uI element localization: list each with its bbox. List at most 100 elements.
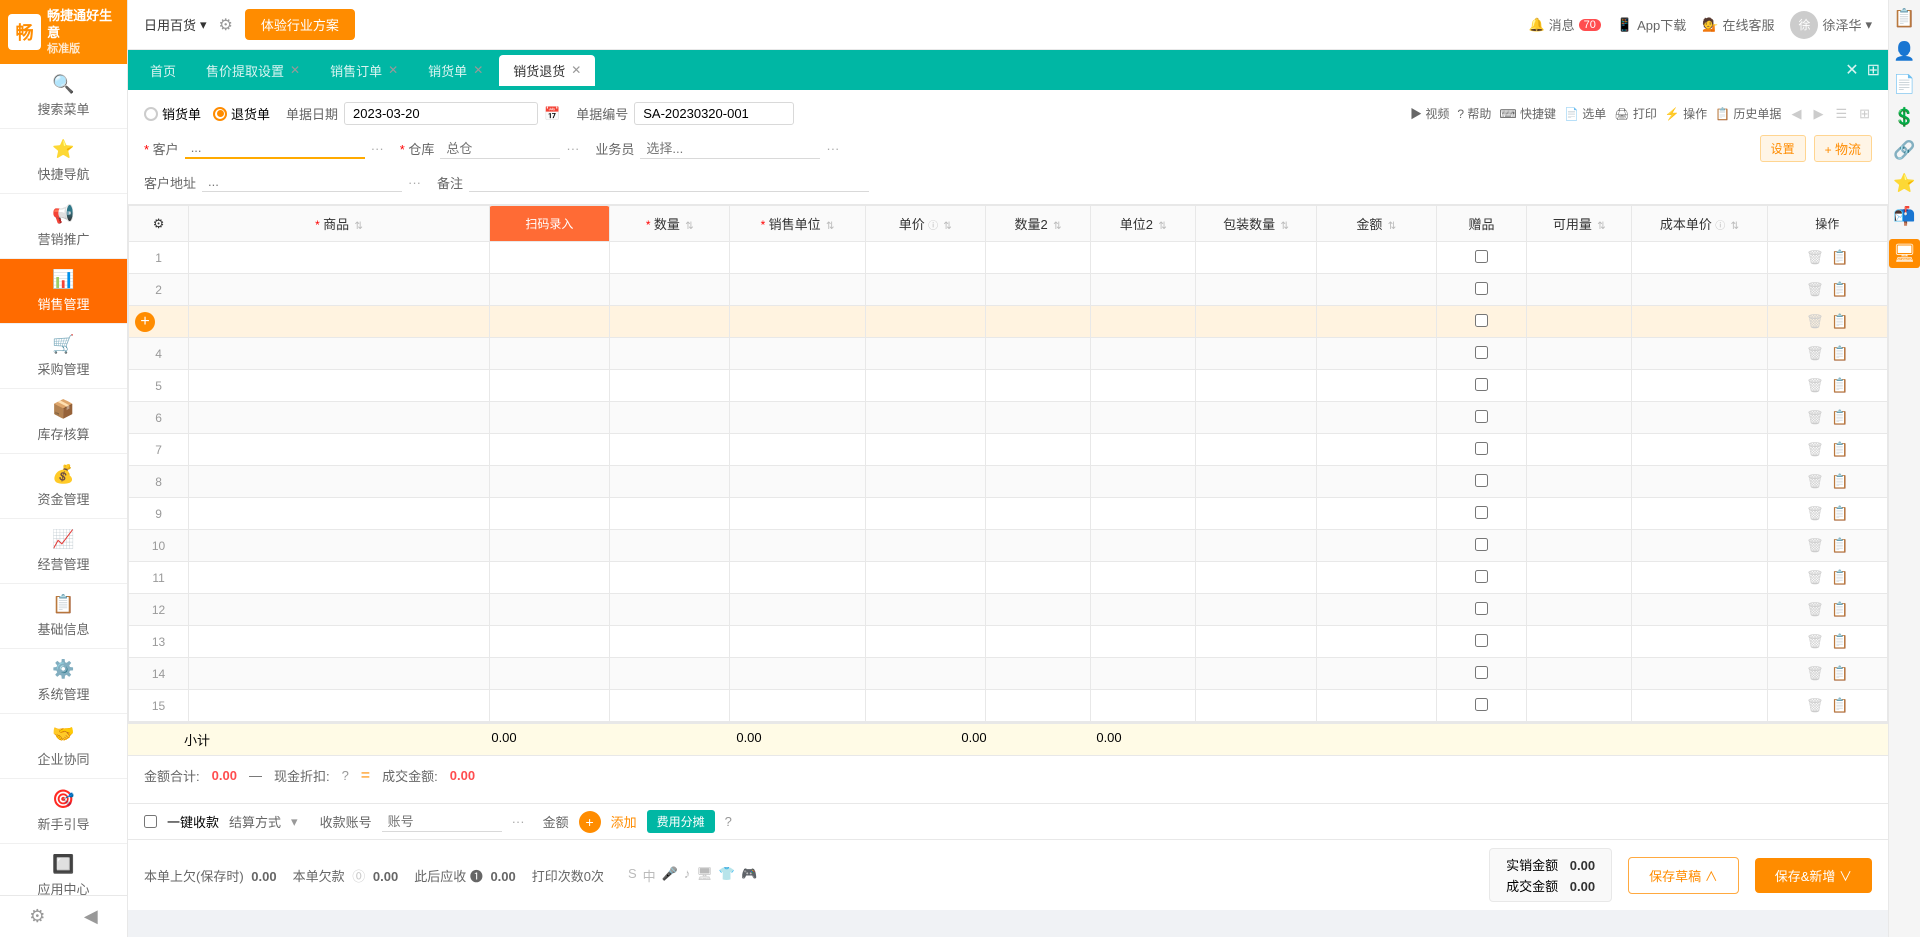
sidebar-item-guide[interactable]: 🎯 新手引导: [0, 779, 127, 844]
address-input[interactable]: [202, 172, 402, 192]
copy-row-btn[interactable]: 📋: [1831, 281, 1848, 297]
account-dots[interactable]: ···: [512, 814, 525, 829]
delete-row-btn[interactable]: 🗑: [1806, 633, 1824, 649]
help-btn[interactable]: ? 帮助: [1457, 105, 1491, 122]
warehouse-more-btn[interactable]: ···: [566, 141, 579, 156]
tab-price-settings[interactable]: 售价提取设置 ✕: [192, 55, 314, 86]
copy-row-btn[interactable]: 📋: [1831, 697, 1848, 713]
gift-checkbox-11[interactable]: [1475, 570, 1488, 583]
sidebar-item-system[interactable]: ⚙️ 系统管理: [0, 649, 127, 714]
online-service-btn[interactable]: 💁 在线客服: [1702, 15, 1774, 34]
calendar-icon[interactable]: 📅: [544, 106, 560, 122]
nav-prev-icon[interactable]: ◀: [1791, 106, 1801, 122]
history-btn[interactable]: 📋 历史单据: [1715, 105, 1781, 122]
copy-row-btn[interactable]: 📋: [1831, 601, 1848, 617]
delete-row-btn[interactable]: 🗑: [1806, 313, 1824, 329]
copy-row-btn[interactable]: 📋: [1831, 665, 1848, 681]
copy-row-btn[interactable]: 📋: [1831, 473, 1848, 489]
sidebar-item-base[interactable]: 📋 基础信息: [0, 584, 127, 649]
account-input[interactable]: [382, 812, 502, 832]
sidebar-item-search[interactable]: 🔍 搜索菜单: [0, 64, 127, 129]
gift-checkbox-13[interactable]: [1475, 634, 1488, 647]
remark-input[interactable]: [469, 172, 869, 192]
price-info-icon[interactable]: ⓘ: [928, 221, 938, 232]
app-download-btn[interactable]: 📱 App下载: [1617, 15, 1686, 34]
sidebar-item-apps[interactable]: 🔲 应用中心: [0, 844, 127, 895]
delete-row-btn[interactable]: 🗑: [1806, 537, 1824, 553]
product-sort-icon[interactable]: ⇅: [354, 221, 362, 232]
add-payment-btn[interactable]: +: [579, 811, 601, 833]
pack-sort-icon[interactable]: ⇅: [1280, 221, 1288, 232]
settlement-dropdown[interactable]: ▾: [291, 814, 298, 830]
tab-sales-delivery[interactable]: 销货单 ✕: [414, 55, 497, 86]
address-more-btn[interactable]: ···: [408, 175, 421, 190]
settings-gear-icon[interactable]: ⚙: [219, 15, 233, 35]
unit-sort-icon[interactable]: ⇅: [826, 221, 834, 232]
tab-home[interactable]: 首页: [136, 55, 190, 86]
delete-row-btn[interactable]: 🗑: [1806, 665, 1824, 681]
panel-icon-3[interactable]: 📄: [1893, 74, 1915, 95]
delete-row-btn[interactable]: 🗑: [1806, 409, 1824, 425]
message-btn[interactable]: 🔔 消息 70: [1528, 15, 1600, 34]
warehouse-input[interactable]: [440, 139, 560, 159]
cost-sort-icon[interactable]: ⇅: [1731, 221, 1739, 232]
copy-row-btn[interactable]: 📋: [1831, 537, 1848, 553]
gift-checkbox-5[interactable]: [1475, 378, 1488, 391]
delete-row-btn[interactable]: 🗑: [1806, 249, 1824, 265]
copy-row-btn[interactable]: 📋: [1831, 569, 1848, 585]
copy-row-btn[interactable]: 📋: [1831, 441, 1848, 457]
tab-sales-order[interactable]: 销售订单 ✕: [316, 55, 412, 86]
delete-row-btn[interactable]: 🗑: [1806, 441, 1824, 457]
panel-icon-1[interactable]: 📋: [1893, 8, 1915, 29]
save-new-btn[interactable]: 保存&新增 ∨: [1755, 858, 1872, 893]
tab-close-return[interactable]: ✕: [571, 63, 581, 77]
gift-checkbox-4[interactable]: [1475, 346, 1488, 359]
sidebar-item-purchase[interactable]: 🛒 采购管理: [0, 324, 127, 389]
customer-input[interactable]: [185, 138, 365, 159]
gift-checkbox-2[interactable]: [1475, 282, 1488, 295]
panel-icon-7[interactable]: 📬: [1893, 206, 1915, 227]
copy-row-btn[interactable]: 📋: [1831, 313, 1848, 329]
view-grid-icon[interactable]: ⊞: [1859, 106, 1870, 122]
sidebar-item-marketing[interactable]: 📢 营销推广: [0, 194, 127, 259]
amount-sort-icon[interactable]: ⇅: [1388, 221, 1396, 232]
date-input[interactable]: [344, 102, 538, 125]
gift-checkbox-14[interactable]: [1475, 666, 1488, 679]
salesperson-more-btn[interactable]: ···: [826, 141, 839, 156]
maximize-tab-btn[interactable]: ⊞: [1867, 60, 1880, 80]
panel-icon-4[interactable]: 💲: [1893, 107, 1915, 128]
gift-checkbox-6[interactable]: [1475, 410, 1488, 423]
delete-row-btn[interactable]: 🗑: [1806, 697, 1824, 713]
panel-icon-5[interactable]: 🔗: [1893, 140, 1915, 161]
delete-row-btn[interactable]: 🗑: [1806, 601, 1824, 617]
sidebar-item-operations[interactable]: 📈 经营管理: [0, 519, 127, 584]
sidebar-item-inventory[interactable]: 📦 库存核算: [0, 389, 127, 454]
salesperson-input[interactable]: [640, 139, 820, 159]
setting-btn[interactable]: 设置: [1760, 135, 1806, 162]
trial-btn[interactable]: 体验行业方案: [245, 9, 355, 40]
one-key-checkbox[interactable]: [144, 815, 157, 828]
company-dropdown[interactable]: 日用百货 ▾: [144, 15, 207, 34]
radio-return[interactable]: 退货单: [213, 104, 270, 123]
sidebar-settings-btn[interactable]: ⚙: [29, 906, 45, 927]
operate-btn[interactable]: ⚡ 操作: [1665, 105, 1707, 122]
copy-row-btn[interactable]: 📋: [1831, 377, 1848, 393]
cost-info-icon[interactable]: ⓘ: [1715, 221, 1725, 232]
copy-row-btn[interactable]: 📋: [1831, 505, 1848, 521]
add-row-btn[interactable]: +: [135, 312, 155, 332]
shortcut-btn[interactable]: ⌨ 快捷键: [1499, 105, 1556, 122]
radio-delivery[interactable]: 销货单: [144, 104, 201, 123]
panel-icon-8[interactable]: 🖥: [1889, 239, 1920, 268]
gift-checkbox-15[interactable]: [1475, 698, 1488, 711]
sidebar-collapse-btn[interactable]: ◀: [84, 906, 98, 927]
qty2-sort-icon[interactable]: ⇅: [1053, 221, 1061, 232]
fee-btn[interactable]: 费用分摊: [647, 810, 715, 833]
delete-row-btn[interactable]: 🗑: [1806, 377, 1824, 393]
gift-checkbox-1[interactable]: [1475, 250, 1488, 263]
gift-checkbox-9[interactable]: [1475, 506, 1488, 519]
copy-row-btn[interactable]: 📋: [1831, 633, 1848, 649]
table-config-icon[interactable]: ⚙: [153, 216, 165, 231]
customer-more-btn[interactable]: ···: [371, 141, 384, 156]
select-btn[interactable]: 📄 选单: [1564, 105, 1606, 122]
copy-row-btn[interactable]: 📋: [1831, 249, 1848, 265]
